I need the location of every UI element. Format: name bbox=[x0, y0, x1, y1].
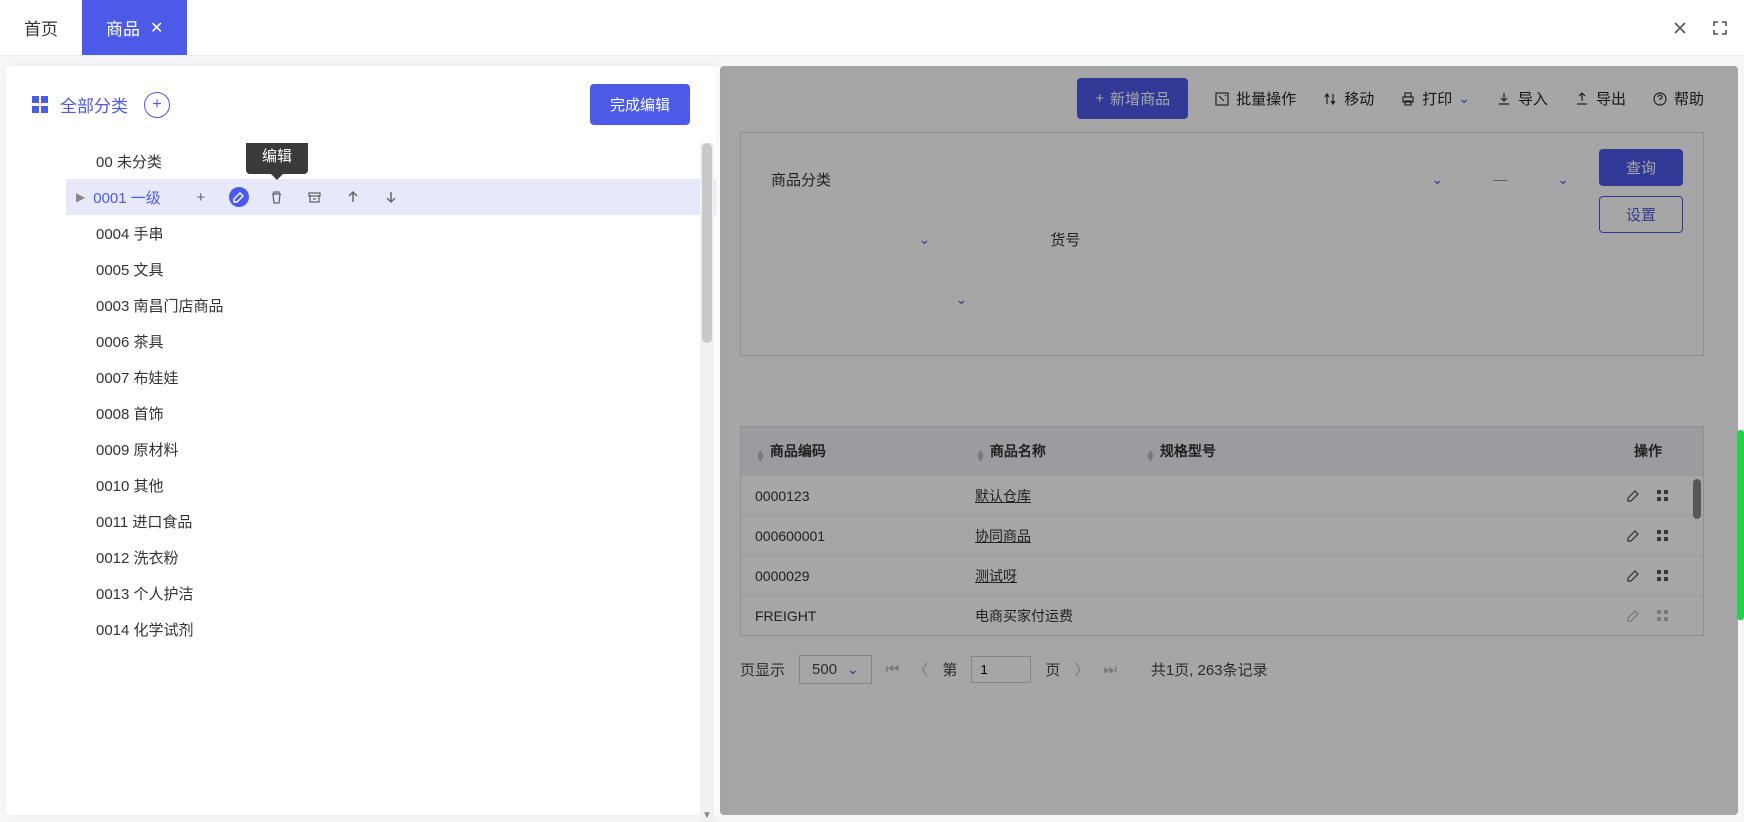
scrollbar-thumb[interactable] bbox=[702, 143, 712, 343]
add-child-icon[interactable]: + bbox=[191, 187, 211, 207]
category-item[interactable]: ▶ 0001 一级 + bbox=[66, 179, 716, 215]
category-title-label: 全部分类 bbox=[60, 92, 128, 117]
category-item-label: 0001 一级 bbox=[93, 187, 161, 208]
category-item[interactable]: 0013 个人护洁 bbox=[66, 575, 716, 611]
category-item-label: 0014 化学试剂 bbox=[96, 619, 194, 640]
category-editor-panel: 全部分类 + 完成编辑 编辑 00 未分类 ▶ 0001 一级 +0004 手串 000… bbox=[6, 66, 716, 815]
tabs-bar: 首页 商品 ✕ bbox=[0, 0, 1744, 56]
category-item-label: 0013 个人护洁 bbox=[96, 583, 194, 604]
category-item[interactable]: 0005 文具 bbox=[66, 251, 716, 287]
category-item[interactable]: 0007 布娃娃 bbox=[66, 359, 716, 395]
category-item-label: 0007 布娃娃 bbox=[96, 367, 179, 388]
tab-product[interactable]: 商品 ✕ bbox=[82, 0, 187, 55]
tab-product-label: 商品 bbox=[106, 15, 140, 40]
modal-overlay[interactable] bbox=[720, 66, 1738, 815]
category-item-label: 0011 进口食品 bbox=[96, 511, 192, 532]
move-down-icon[interactable] bbox=[381, 187, 401, 207]
close-icon[interactable]: ✕ bbox=[150, 18, 163, 38]
category-item-label: 0003 南昌门店商品 bbox=[96, 295, 224, 316]
fullscreen-icon[interactable] bbox=[1704, 12, 1736, 44]
page-scrollbar[interactable] bbox=[1737, 430, 1744, 620]
grid-icon bbox=[32, 96, 50, 114]
category-item-label: 0006 茶具 bbox=[96, 331, 164, 352]
delete-icon[interactable] bbox=[267, 187, 287, 207]
archive-icon[interactable] bbox=[305, 187, 325, 207]
scroll-down-icon[interactable]: ▼ bbox=[700, 808, 714, 822]
category-item[interactable]: 0006 茶具 bbox=[66, 323, 716, 359]
tooltip: 编辑 bbox=[246, 143, 308, 174]
category-item[interactable]: 0010 其他 bbox=[66, 467, 716, 503]
category-item[interactable]: 0004 手串 bbox=[66, 215, 716, 251]
category-item[interactable]: 0008 首饰 bbox=[66, 395, 716, 431]
category-title[interactable]: 全部分类 bbox=[32, 92, 128, 117]
category-item-label: 0012 洗衣粉 bbox=[96, 547, 179, 568]
add-category-button[interactable]: + bbox=[144, 92, 170, 118]
expand-icon[interactable]: ▶ bbox=[76, 190, 85, 204]
category-item[interactable]: 0012 洗衣粉 bbox=[66, 539, 716, 575]
close-all-tabs-icon[interactable] bbox=[1664, 12, 1696, 44]
category-item[interactable]: 0014 化学试剂 bbox=[66, 611, 716, 647]
finish-edit-button[interactable]: 完成编辑 bbox=[590, 84, 690, 125]
category-item[interactable]: 0011 进口食品 bbox=[66, 503, 716, 539]
category-item[interactable]: 0003 南昌门店商品 bbox=[66, 287, 716, 323]
category-item-label: 0010 其他 bbox=[96, 475, 164, 496]
tab-home[interactable]: 首页 bbox=[0, 0, 82, 55]
category-item-label: 00 未分类 bbox=[96, 151, 162, 172]
edit-icon[interactable] bbox=[229, 187, 249, 207]
category-item[interactable]: 00 未分类 bbox=[66, 143, 716, 179]
category-item-label: 0008 首饰 bbox=[96, 403, 164, 424]
category-item[interactable]: 0009 原材料 bbox=[66, 431, 716, 467]
category-item-label: 0009 原材料 bbox=[96, 439, 179, 460]
move-up-icon[interactable] bbox=[343, 187, 363, 207]
tab-home-label: 首页 bbox=[24, 15, 58, 40]
category-item-label: 0005 文具 bbox=[96, 259, 164, 280]
category-item-label: 0004 手串 bbox=[96, 223, 164, 244]
category-scrollbar[interactable]: ▲ ▼ bbox=[700, 143, 714, 822]
